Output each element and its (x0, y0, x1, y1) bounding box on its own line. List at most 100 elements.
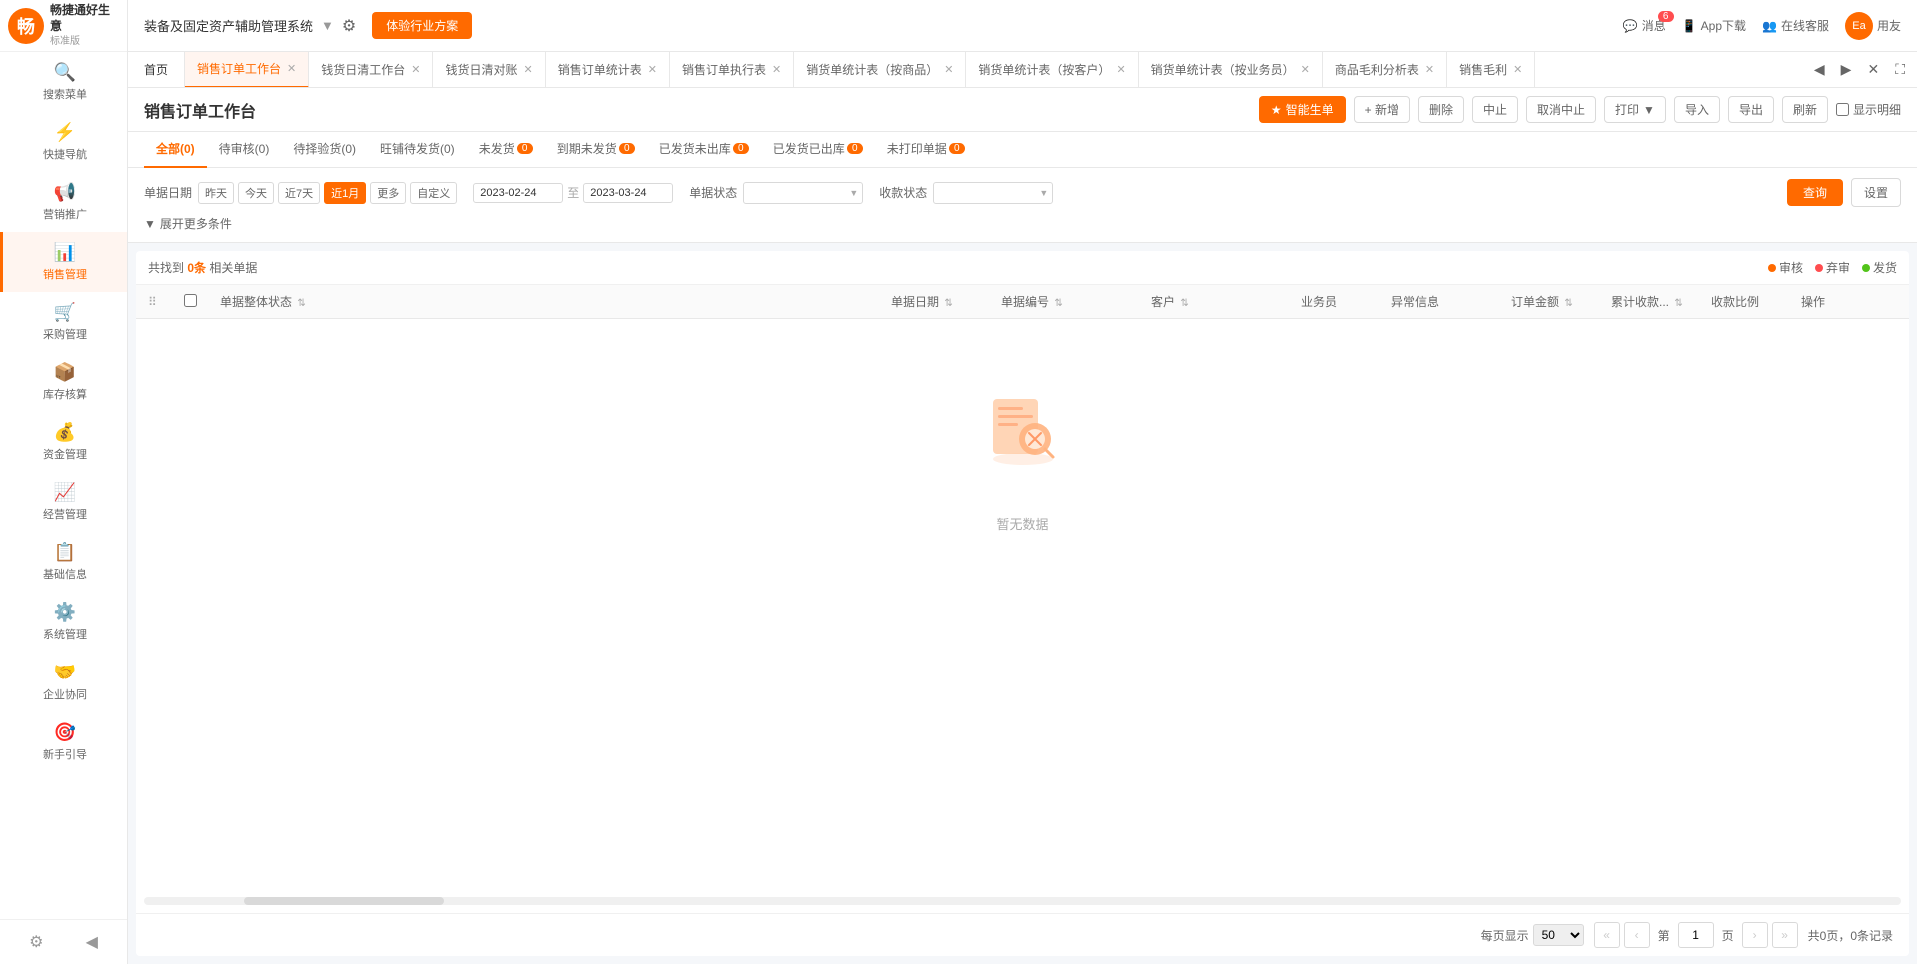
tab-next-btn[interactable]: ▶ (1837, 59, 1856, 80)
tab-home[interactable]: 首页 (128, 52, 185, 88)
tab-close-icon[interactable]: ✕ (648, 63, 657, 76)
tab-sales-workbench[interactable]: 销售订单工作台 ✕ (185, 52, 309, 88)
sidebar-item-newbie[interactable]: 🎯 新手引导 (0, 712, 127, 772)
delete-btn[interactable]: 删除 (1418, 96, 1464, 123)
date-custom-btn[interactable]: 自定义 (410, 182, 457, 204)
page-size-select[interactable]: 10 20 50 100 (1533, 924, 1584, 946)
status-select[interactable] (743, 182, 863, 204)
print-btn[interactable]: 打印 ▼ (1604, 96, 1666, 123)
sidebar-item-purchase[interactable]: 🛒 采购管理 (0, 292, 127, 352)
message-btn[interactable]: 💬 消息 6 (1623, 17, 1666, 34)
import-btn[interactable]: 导入 (1674, 96, 1720, 123)
filter-tab-unshipped[interactable]: 未发货 0 (467, 132, 545, 168)
filter-tab-pending-check[interactable]: 待择验货(0) (281, 132, 368, 168)
select-all-checkbox[interactable] (184, 294, 197, 307)
date-yesterday-btn[interactable]: 昨天 (198, 182, 234, 204)
sidebar-item-sales[interactable]: 📊 销售管理 (0, 232, 127, 292)
tab-fullscreen-btn[interactable]: ⛶ (1891, 59, 1909, 80)
abandon-action-btn[interactable]: 弃审 (1815, 259, 1850, 276)
show-detail-checkbox[interactable] (1836, 103, 1849, 116)
cancel-stop-btn[interactable]: 取消中止 (1526, 96, 1596, 123)
online-service-btn[interactable]: 👥 在线客服 (1762, 17, 1829, 34)
date-1month-btn[interactable]: 近1月 (324, 182, 366, 204)
sidebar-item-quicknav[interactable]: ⚡ 快捷导航 (0, 112, 127, 172)
page-input[interactable] (1678, 922, 1714, 948)
payment-select[interactable] (933, 182, 1053, 204)
tab-daily-clear[interactable]: 钱货日清工作台 ✕ (309, 52, 433, 88)
app-download-btn[interactable]: 📱 App下载 (1682, 17, 1746, 34)
filter-tab-wangpu[interactable]: 旺铺待发货(0) (368, 132, 467, 168)
last-page-btn[interactable]: » (1772, 922, 1798, 948)
add-btn[interactable]: + 新增 (1354, 96, 1410, 123)
tab-close-icon[interactable]: ✕ (411, 63, 420, 76)
tab-close-icon[interactable]: ✕ (1425, 63, 1434, 76)
date-to-input[interactable] (583, 183, 673, 203)
sidebar-item-finance[interactable]: 💰 资金管理 (0, 412, 127, 472)
sort-icon[interactable]: ⇅ (1674, 298, 1682, 309)
sort-icon[interactable]: ⇅ (1180, 298, 1188, 309)
tab-sales-stats[interactable]: 销售订单统计表 ✕ (546, 52, 670, 88)
sort-icon[interactable]: ⇅ (944, 298, 952, 309)
expand-btn[interactable]: ▼ 展开更多条件 (144, 215, 232, 232)
sidebar-collapse-btn[interactable]: ◀ (82, 928, 102, 956)
sort-icon[interactable]: ⇅ (1564, 298, 1572, 309)
sidebar-item-marketing[interactable]: 📢 营销推广 (0, 172, 127, 232)
empty-text: 暂无数据 (996, 514, 1048, 533)
tab-close-icon[interactable]: ✕ (524, 63, 533, 76)
date-from-input[interactable] (473, 183, 563, 203)
tab-close-icon[interactable]: ✕ (944, 63, 953, 76)
tab-daily-account[interactable]: 钱货日清对账 ✕ (433, 52, 545, 88)
date-7days-btn[interactable]: 近7天 (278, 182, 320, 204)
filter-tab-shipped-out[interactable]: 已发货已出库 0 (761, 132, 875, 168)
sort-icon[interactable]: ⇅ (1054, 298, 1062, 309)
tab-close-icon[interactable]: ✕ (772, 63, 781, 76)
tab-gross-margin[interactable]: 商品毛利分析表 ✕ (1323, 52, 1447, 88)
horizontal-scrollbar[interactable] (144, 897, 1901, 905)
filter-tab-overdue[interactable]: 到期未发货 0 (545, 132, 647, 168)
refresh-btn[interactable]: 刷新 (1782, 96, 1828, 123)
sidebar-item-search[interactable]: 🔍 搜索菜单 (0, 52, 127, 112)
first-page-btn[interactable]: « (1594, 922, 1620, 948)
tab-close-icon[interactable]: ✕ (1301, 63, 1310, 76)
sidebar-item-label: 基础信息 (43, 566, 87, 582)
scrollbar-thumb[interactable] (244, 897, 444, 905)
tab-close-icon[interactable]: ✕ (1513, 63, 1522, 76)
gear-icon[interactable]: ⚙ (342, 16, 356, 36)
sidebar-item-system[interactable]: ⚙️ 系统管理 (0, 592, 127, 652)
filter-tab-pending-audit[interactable]: 待审核(0) (207, 132, 282, 168)
sidebar-item-collab[interactable]: 🤝 企业协同 (0, 652, 127, 712)
date-today-btn[interactable]: 今天 (238, 182, 274, 204)
tab-close-all-btn[interactable]: ✕ (1863, 59, 1883, 80)
tab-sales-by-product[interactable]: 销货单统计表（按商品） ✕ (794, 52, 966, 88)
filter-tab-unprinted[interactable]: 未打印单据 0 (875, 132, 977, 168)
tab-sales-gross[interactable]: 销售毛利 ✕ (1447, 52, 1535, 88)
sidebar-item-inventory[interactable]: 📦 库存核算 (0, 352, 127, 412)
sidebar-item-operations[interactable]: 📈 经营管理 (0, 472, 127, 532)
filter-tab-shipped-not-out[interactable]: 已发货未出库 0 (647, 132, 761, 168)
ship-action-btn[interactable]: 发货 (1862, 259, 1897, 276)
tab-sales-exec[interactable]: 销售订单执行表 ✕ (670, 52, 794, 88)
tab-sales-by-customer[interactable]: 销货单统计表（按客户） ✕ (966, 52, 1138, 88)
sort-icon[interactable]: ⇅ (297, 298, 305, 309)
export-btn[interactable]: 导出 (1728, 96, 1774, 123)
system-dropdown-btn[interactable]: ▼ (321, 18, 334, 33)
industry-btn[interactable]: 体验行业方案 (372, 12, 472, 39)
prev-page-btn[interactable]: ‹ (1624, 922, 1650, 948)
query-btn[interactable]: 查询 (1787, 179, 1843, 206)
date-more-btn[interactable]: 更多 (370, 182, 406, 204)
tab-close-icon[interactable]: ✕ (287, 62, 296, 75)
user-menu-btn[interactable]: Ea 用友 (1845, 12, 1901, 40)
stop-btn[interactable]: 中止 (1472, 96, 1518, 123)
tab-prev-btn[interactable]: ◀ (1810, 59, 1829, 80)
sidebar-item-basic[interactable]: 📋 基础信息 (0, 532, 127, 592)
next-page-btn[interactable]: › (1742, 922, 1768, 948)
page-title: 销售订单工作台 (144, 98, 256, 122)
sidebar-settings-btn[interactable]: ⚙ (25, 928, 47, 956)
setting-btn[interactable]: 设置 (1851, 178, 1901, 207)
tab-sales-by-staff[interactable]: 销货单统计表（按业务员） ✕ (1139, 52, 1323, 88)
filter-tab-all[interactable]: 全部(0) (144, 132, 207, 168)
audit-action-btn[interactable]: 审核 (1768, 259, 1803, 276)
smart-gen-btn[interactable]: ★ 智能生单 (1259, 96, 1346, 123)
show-detail-checkbox-area[interactable]: 显示明细 (1836, 101, 1901, 118)
tab-close-icon[interactable]: ✕ (1116, 63, 1125, 76)
